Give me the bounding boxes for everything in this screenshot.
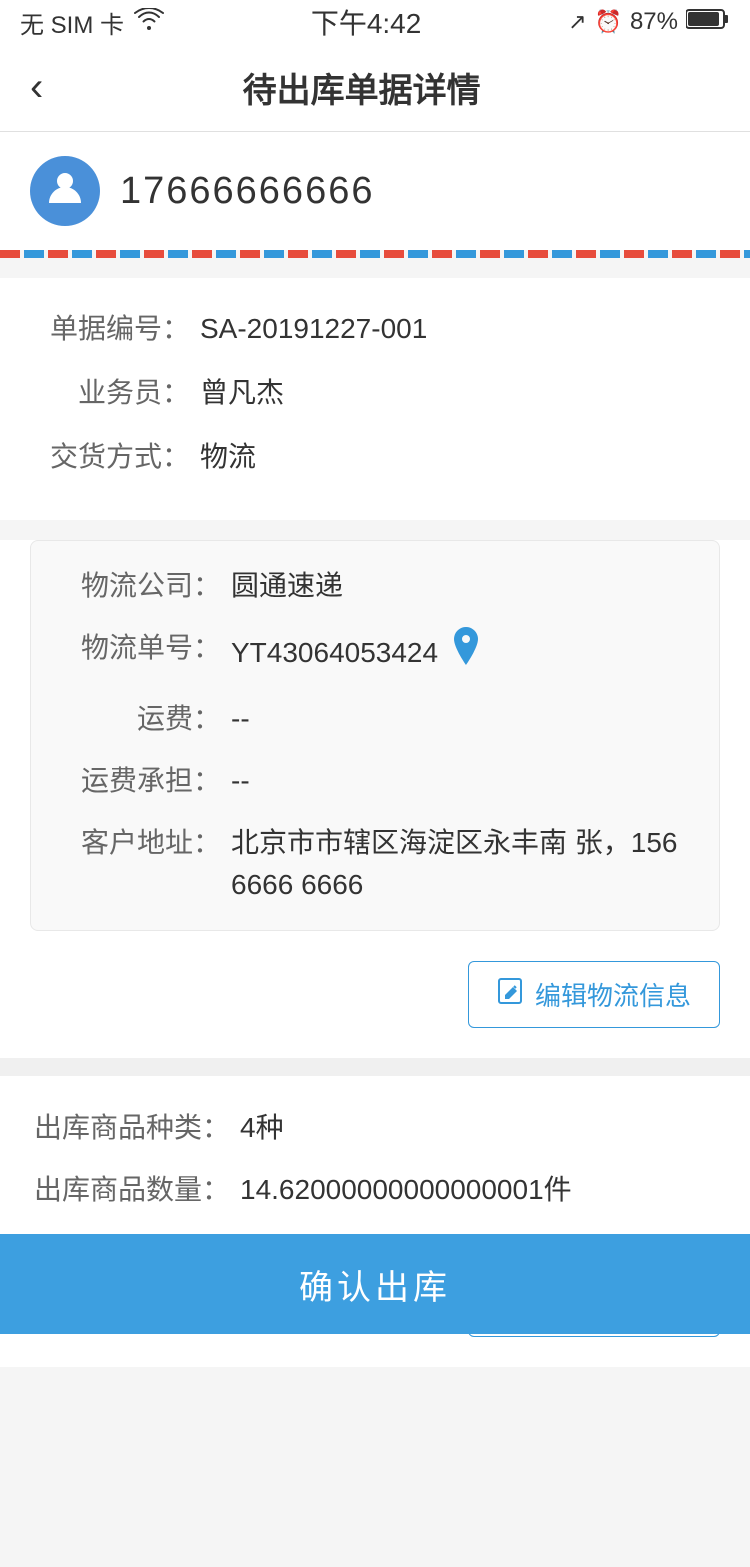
delivery-label: 交货方式：: [30, 436, 190, 478]
decorative-line: [0, 250, 750, 258]
delivery-value: 物流: [200, 436, 720, 478]
goods-types-label: 出库商品种类：: [30, 1106, 230, 1146]
carrier-text: 无 SIM 卡: [20, 5, 124, 40]
back-button[interactable]: ‹: [30, 65, 43, 110]
logistics-tracking-value: YT43064053424: [231, 627, 689, 678]
location-status-icon: ↗: [568, 9, 586, 35]
wifi-icon: [134, 8, 164, 37]
edit-icon: [497, 977, 525, 1012]
section-divider: [0, 1058, 750, 1076]
salesman-label: 业务员：: [30, 372, 190, 414]
logistics-card: 物流公司： 圆通速递 物流单号： YT43064053424 运费： -- 运费…: [30, 540, 720, 931]
freight-bearer-label: 运费承担：: [61, 760, 221, 802]
order-no-row: 单据编号： SA-20191227-001: [30, 308, 720, 350]
confirm-button-label: 确认出库: [299, 1260, 451, 1309]
freight-bearer-row: 运费承担： --: [61, 760, 689, 802]
order-no-value: SA-20191227-001: [200, 308, 720, 350]
delivery-row: 交货方式： 物流: [30, 436, 720, 478]
customer-header: 17666666666: [0, 132, 750, 250]
goods-types-value: 4种: [240, 1106, 720, 1146]
status-bar: 无 SIM 卡 下午4:42 ↗ ⏰ 87%: [0, 0, 750, 44]
map-pin-icon[interactable]: [450, 627, 482, 678]
battery-text: 87%: [630, 8, 678, 36]
order-no-label: 单据编号：: [30, 308, 190, 350]
edit-logistics-label: 编辑物流信息: [535, 976, 691, 1013]
freight-label: 运费：: [61, 698, 221, 740]
logistics-company-row: 物流公司： 圆通速递: [61, 565, 689, 607]
goods-quantity-label: 出库商品数量：: [30, 1168, 230, 1208]
order-info-section: 单据编号： SA-20191227-001 业务员： 曾凡杰 交货方式： 物流: [0, 278, 750, 520]
edit-logistics-section: 编辑物流信息: [0, 941, 750, 1058]
nav-bar: ‹ 待出库单据详情: [0, 44, 750, 132]
alarm-icon: ⏰: [595, 9, 622, 35]
logistics-tracking-row: 物流单号： YT43064053424: [61, 627, 689, 678]
address-value: 北京市市辖区海淀区永丰南 张，156 6666 6666: [231, 822, 689, 906]
goods-quantity-value: 14.62000000000000001件: [240, 1168, 720, 1208]
address-row: 客户地址： 北京市市辖区海淀区永丰南 张，156 6666 6666: [61, 822, 689, 906]
goods-types-row: 出库商品种类： 4种: [30, 1106, 720, 1146]
status-bar-time: 下午4:42: [311, 2, 422, 42]
status-bar-right: ↗ ⏰ 87%: [568, 8, 730, 37]
customer-phone: 17666666666: [120, 170, 374, 213]
avatar: [30, 156, 100, 226]
logistics-company-value: 圆通速递: [231, 565, 689, 607]
bottom-spacer: [0, 1367, 750, 1567]
freight-bearer-value: --: [231, 760, 689, 802]
freight-row: 运费： --: [61, 698, 689, 740]
logistics-company-label: 物流公司：: [61, 565, 221, 607]
user-icon: [45, 167, 85, 216]
freight-value: --: [231, 698, 689, 740]
confirm-button[interactable]: 确认出库: [0, 1234, 750, 1334]
battery-icon: [686, 8, 730, 37]
logistics-tracking-label: 物流单号：: [61, 627, 221, 669]
edit-logistics-button[interactable]: 编辑物流信息: [468, 961, 720, 1028]
address-label: 客户地址：: [61, 822, 221, 864]
page-title: 待出库单据详情: [63, 63, 660, 112]
status-bar-left: 无 SIM 卡: [20, 5, 164, 40]
tracking-number: YT43064053424: [231, 632, 438, 674]
goods-section: 出库商品种类： 4种 出库商品数量： 14.62000000000000001件: [0, 1076, 750, 1250]
goods-quantity-row: 出库商品数量： 14.62000000000000001件: [30, 1168, 720, 1208]
salesman-value: 曾凡杰: [200, 372, 720, 414]
salesman-row: 业务员： 曾凡杰: [30, 372, 720, 414]
